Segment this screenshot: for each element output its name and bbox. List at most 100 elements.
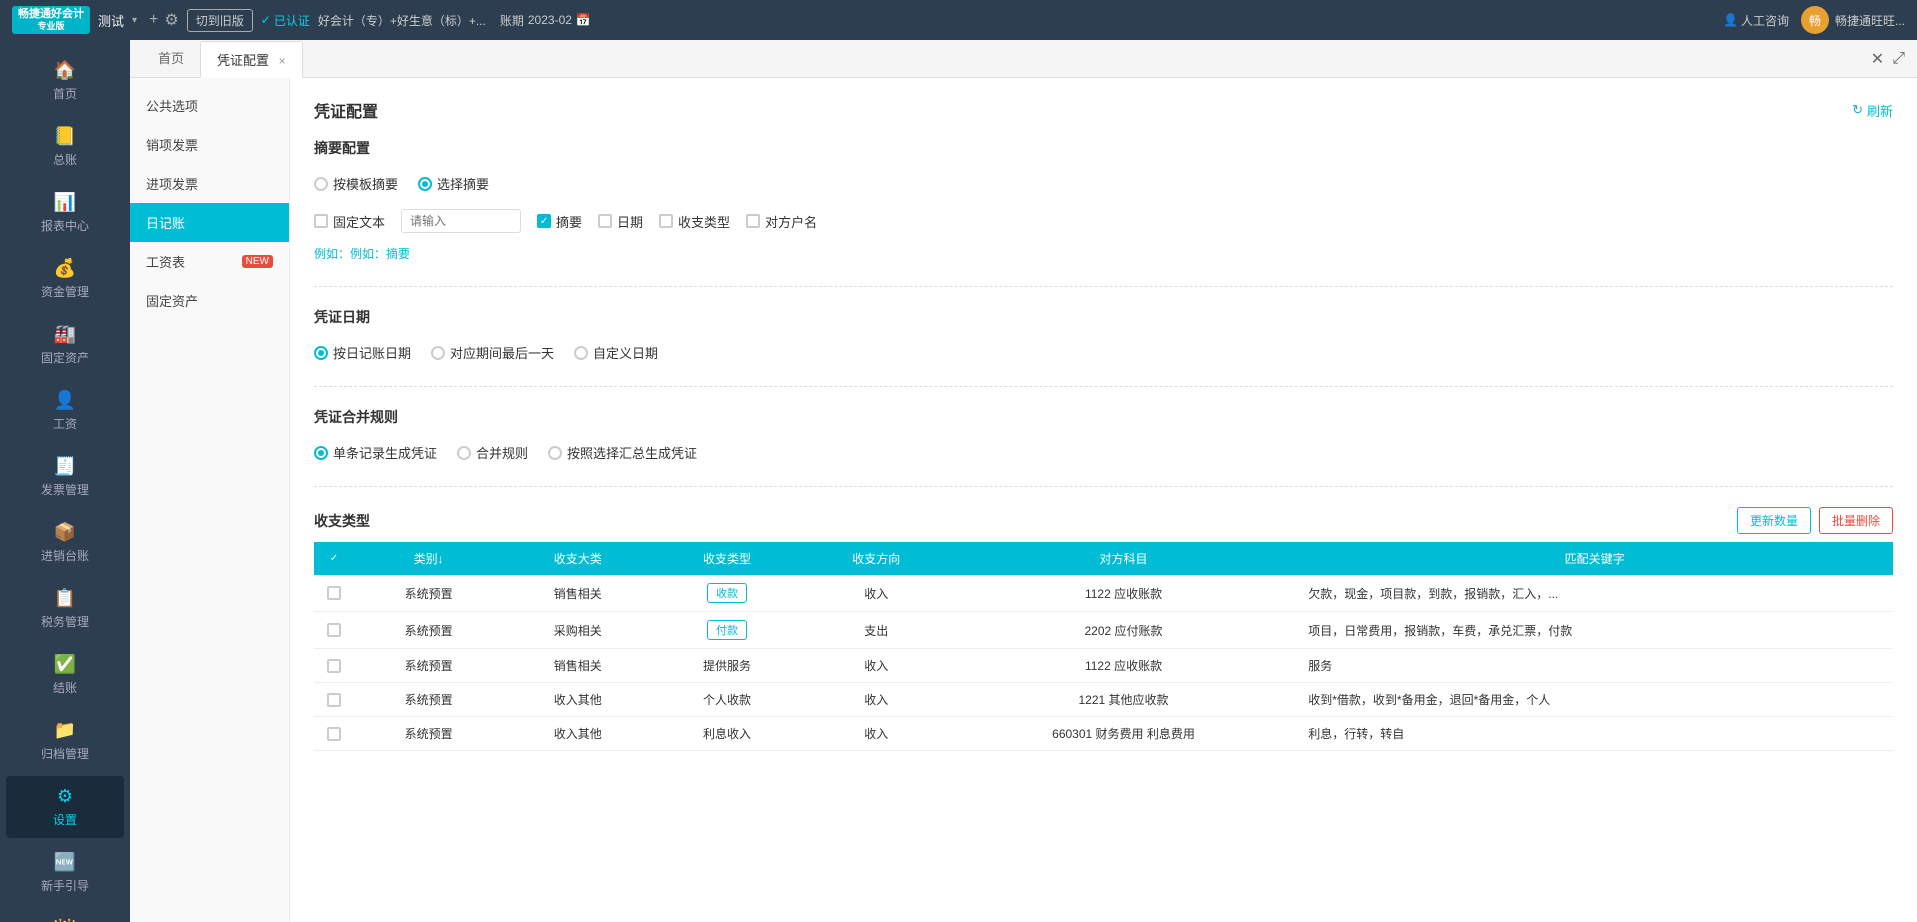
divider-3: [314, 486, 1893, 487]
checkbox-box-fixed-text: [314, 214, 328, 228]
checkbox-summary[interactable]: 摘要: [537, 212, 582, 231]
sidebar-item-salary[interactable]: 👤 工资: [6, 380, 124, 442]
radio-select-summary[interactable]: 选择摘要: [418, 174, 489, 193]
td-direction-1: 支出: [802, 612, 951, 649]
sidebar-label-funds: 资金管理: [41, 283, 89, 300]
sidebar-item-assets[interactable]: 🏭 固定资产: [6, 314, 124, 376]
checkbox-fixed-text[interactable]: 固定文本: [314, 212, 385, 231]
radio-single-record[interactable]: 单条记录生成凭证: [314, 443, 437, 462]
tab-home[interactable]: 首页: [142, 40, 200, 77]
sidebar-item-tax[interactable]: 📋 税务管理: [6, 578, 124, 640]
table-row: 系统预置 销售相关 收款 收入 1122 应收账款 欠款，现金，项目款，到款，报…: [314, 575, 1893, 612]
sidebar-item-close[interactable]: ✅ 结账: [6, 644, 124, 706]
expand-window-button[interactable]: ⤢: [1892, 49, 1905, 69]
row-checkbox-1[interactable]: [327, 623, 341, 637]
summary-section-title: 摘要配置: [314, 138, 1893, 158]
checkbox-income-type[interactable]: 收支类型: [659, 212, 730, 231]
home-icon: 🏠: [54, 60, 76, 81]
checkbox-group: 固定文本 摘要 日期 收支类型: [314, 209, 1893, 233]
tab-voucher-config[interactable]: 凭证配置 ×: [200, 41, 303, 78]
page-title: 凭证配置: [314, 98, 378, 122]
td-subject-0: 1122 应收账款: [951, 575, 1296, 612]
row-checkbox-3[interactable]: [327, 693, 341, 707]
checkbox-counterparty[interactable]: 对方户名: [746, 212, 817, 231]
left-nav-payroll[interactable]: 工资表 NEW: [130, 242, 289, 281]
sidebar-item-invoice[interactable]: 🧾 发票管理: [6, 446, 124, 508]
radio-journal-date[interactable]: 按日记账日期: [314, 343, 411, 362]
checkbox-date[interactable]: 日期: [598, 212, 643, 231]
row-checkbox-4[interactable]: [327, 727, 341, 741]
topbar-icons: + ⚙: [149, 10, 179, 30]
old-version-button[interactable]: 切到旧版: [187, 9, 253, 32]
sidebar-item-archive[interactable]: 📁 归档管理: [6, 710, 124, 772]
radio-merge-rules[interactable]: 合并规则: [457, 443, 528, 462]
sidebar-item-settings[interactable]: ⚙ 设置: [6, 776, 124, 838]
left-nav-fixed-assets[interactable]: 固定资产: [130, 281, 289, 320]
company-name: 测试: [98, 11, 124, 30]
topbar-right: 👤 人工咨询 畅 畅捷通旺旺...: [1723, 6, 1905, 34]
settings-button[interactable]: ⚙: [164, 10, 178, 30]
income-section-title: 收支类型: [314, 511, 370, 531]
radio-aggregate[interactable]: 按照选择汇总生成凭证: [548, 443, 697, 462]
calendar-icon[interactable]: 📅: [576, 13, 591, 27]
member-icon: 👑: [54, 918, 76, 922]
td-subject-4: 660301 财务费用 利息费用: [951, 717, 1296, 751]
company-dropdown-icon[interactable]: ▾: [132, 15, 137, 26]
td-income-type-0: 收款: [652, 575, 801, 612]
td-category-1: 系统预置: [354, 612, 503, 649]
th-income-type: 收支类型: [652, 542, 801, 575]
close-window-button[interactable]: ✕: [1871, 49, 1884, 69]
left-nav-purchase-invoice[interactable]: 进项发票: [130, 164, 289, 203]
td-checkbox-2: [314, 649, 354, 683]
td-income-type-1: 付款: [652, 612, 801, 649]
sidebar-label-reports: 报表中心: [41, 217, 89, 234]
income-type-tag-0[interactable]: 收款: [707, 583, 747, 603]
select-all-checkbox[interactable]: [327, 552, 341, 566]
table-row: 系统预置 销售相关 提供服务 收入 1122 应收账款 服务: [314, 649, 1893, 683]
sidebar-item-reports[interactable]: 📊 报表中心: [6, 182, 124, 244]
sidebar-item-ledger[interactable]: 📒 总账: [6, 116, 124, 178]
add-button[interactable]: +: [149, 11, 158, 29]
td-direction-0: 收入: [802, 575, 951, 612]
left-nav-sales-invoice[interactable]: 销项发票: [130, 125, 289, 164]
radio-period-last-day[interactable]: 对应期间最后一天: [431, 343, 554, 362]
td-subject-3: 1221 其他应收款: [951, 683, 1296, 717]
logo: 畅捷通好会计 专业版: [12, 6, 90, 34]
sidebar-item-guide[interactable]: 🆕 新手引导: [6, 842, 124, 904]
checkbox-box-counterparty: [746, 214, 760, 228]
refresh-button[interactable]: ↻ 刷新: [1852, 101, 1893, 120]
sidebar-item-purchase[interactable]: 📦 进销台账: [6, 512, 124, 574]
radio-custom-date[interactable]: 自定义日期: [574, 343, 658, 362]
user-menu[interactable]: 畅 畅捷通旺旺...: [1801, 6, 1905, 34]
td-subject-2: 1122 应收账款: [951, 649, 1296, 683]
sidebar: 🏠 首页 📒 总账 📊 报表中心 💰 资金管理 🏭 固定资产 👤 工资 🧾 发票…: [0, 40, 130, 922]
left-nav-public[interactable]: 公共选项: [130, 86, 289, 125]
income-type-tag-1[interactable]: 付款: [707, 620, 747, 640]
radio-circle-single: [314, 446, 328, 460]
summary-example: 例如：例如：摘要: [314, 245, 1893, 262]
service-button[interactable]: 👤 人工咨询: [1723, 12, 1789, 29]
row-checkbox-0[interactable]: [327, 586, 341, 600]
sidebar-item-funds[interactable]: 💰 资金管理: [6, 248, 124, 310]
radio-template-summary[interactable]: 按模板摘要: [314, 174, 398, 193]
main-layout: 🏠 首页 📒 总账 📊 报表中心 💰 资金管理 🏭 固定资产 👤 工资 🧾 发票…: [0, 40, 1917, 922]
update-count-button[interactable]: 更新数量: [1737, 507, 1811, 534]
batch-delete-button[interactable]: 批量删除: [1819, 507, 1893, 534]
radio-circle-custom-date: [574, 346, 588, 360]
td-checkbox-0: [314, 575, 354, 612]
certified-status: ✓ 已认证: [261, 12, 310, 29]
table-row: 系统预置 采购相关 付款 支出 2202 应付账款 项目，日常费用，报销款，车费…: [314, 612, 1893, 649]
merge-section: 凭证合并规则 单条记录生成凭证 合并规则 按照选择汇总生成凭证: [314, 407, 1893, 462]
sidebar-item-home[interactable]: 🏠 首页: [6, 50, 124, 112]
row-checkbox-2[interactable]: [327, 659, 341, 673]
tab-close-icon[interactable]: ×: [279, 54, 286, 68]
sidebar-label-invoice: 发票管理: [41, 481, 89, 498]
sidebar-label-purchase: 进销台账: [41, 547, 89, 564]
fixed-text-input[interactable]: [401, 209, 521, 233]
reports-icon: 📊: [54, 192, 76, 213]
left-nav-journal[interactable]: 日记账: [130, 203, 289, 242]
divider-2: [314, 386, 1893, 387]
purchase-icon: 📦: [54, 522, 76, 543]
sidebar-item-member[interactable]: 👑 畅会员: [6, 908, 124, 922]
page-header: 凭证配置 ↻ 刷新: [314, 98, 1893, 122]
